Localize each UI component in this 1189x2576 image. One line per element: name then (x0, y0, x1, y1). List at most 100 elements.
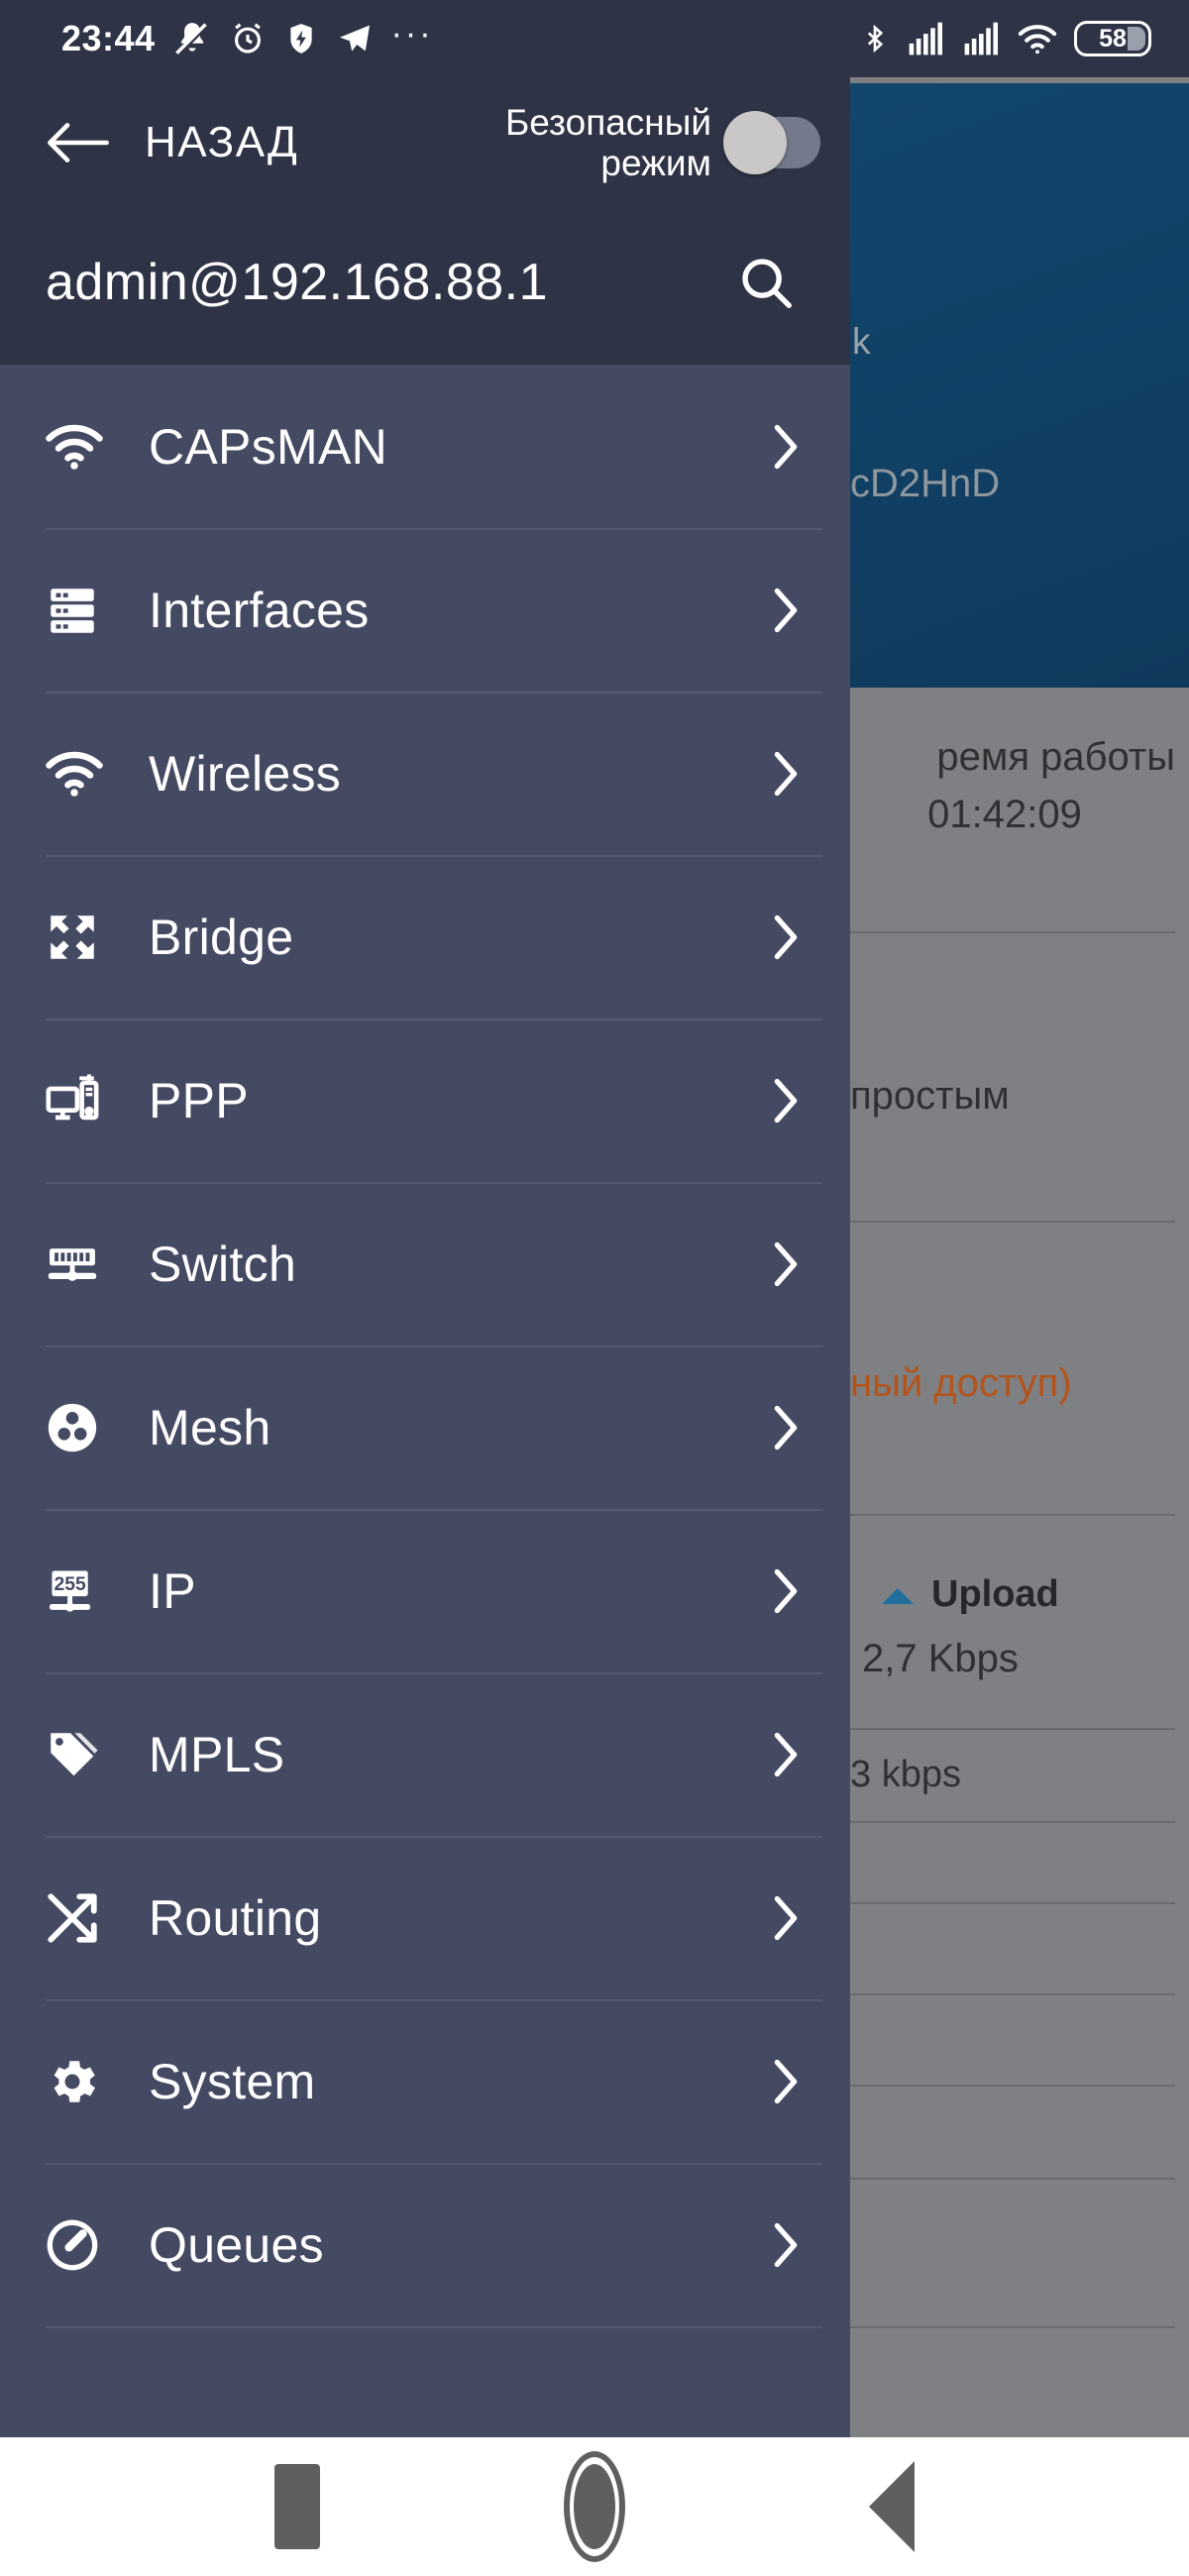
navigation-drawer: НАЗАД Безопасный режим admin@192.168.88.… (0, 0, 850, 2437)
background-divider (848, 1902, 1175, 1904)
host-address-label: admin@192.168.88.1 (46, 254, 549, 311)
gear-icon (44, 2053, 129, 2110)
chevron-right-icon (769, 1892, 803, 1944)
recents-button[interactable] (149, 2464, 446, 2549)
chevron-right-icon (769, 1729, 803, 1780)
background-simple-text: простым (850, 1074, 1010, 1118)
safe-mode-control[interactable]: Безопасный режим (484, 102, 850, 184)
background-divider (848, 1993, 1175, 1995)
switch-ports-icon (44, 1235, 129, 1293)
menu-item-label: Bridge (149, 909, 294, 965)
arrow-left-icon[interactable] (40, 104, 117, 181)
status-bar-left: 23:44 ··· (0, 14, 434, 59)
status-bar: 23:44 ··· 58 (0, 0, 1189, 77)
drawer-host-row: admin@192.168.88.1 (0, 208, 850, 357)
telegram-send-icon (336, 20, 374, 57)
menu-item-label: Routing (149, 1889, 322, 1946)
back-button-label[interactable]: НАЗАД (145, 118, 298, 167)
monitor-tower-icon (44, 1072, 129, 1129)
battery-percent: 58 (1099, 24, 1127, 53)
menu-item-queues[interactable]: Queues (0, 2163, 850, 2326)
menu-item-bridge[interactable]: Bridge (0, 855, 850, 1019)
wifi-icon (44, 749, 129, 799)
safe-mode-label: Безопасный режим (505, 101, 711, 183)
background-divider (848, 2326, 1175, 2328)
menu-item-ppp[interactable]: PPP (0, 1019, 850, 1182)
chevron-right-icon (769, 1238, 803, 1290)
menu-item-label: Queues (149, 2216, 324, 2273)
safe-mode-toggle[interactable] (723, 111, 820, 174)
menu-item-label: System (149, 2053, 316, 2109)
menu-item-label: Mesh (149, 1399, 271, 1455)
triangle-back-icon (869, 2461, 915, 2552)
background-hero-card (850, 83, 1189, 688)
status-bar-right: 58 (860, 20, 1189, 57)
notifications-muted-icon (173, 20, 211, 57)
battery-icon: 58 (1074, 21, 1151, 56)
svg-text:255: 255 (54, 1574, 85, 1595)
back-button[interactable] (743, 2461, 1040, 2552)
chevron-right-icon (769, 1075, 803, 1127)
home-button[interactable] (446, 2451, 743, 2562)
status-clock: 23:44 (61, 18, 156, 58)
background-access-text: ный доступ) (850, 1361, 1072, 1405)
square-recents-icon (274, 2464, 320, 2549)
server-rack-icon (44, 582, 129, 639)
android-navigation-bar (0, 2437, 1189, 2576)
alarm-clock-icon (229, 20, 267, 57)
more-dots-icon: ··· (390, 14, 434, 53)
background-kbps-text: 3 kbps (850, 1754, 961, 1795)
routing-arrows-icon (44, 1889, 129, 1947)
circle-home-icon (564, 2451, 625, 2562)
menu-item-wireless[interactable]: Wireless (0, 692, 850, 855)
menu-item-routing[interactable]: Routing (0, 1836, 850, 1999)
menu-item-mpls[interactable]: MPLS (0, 1672, 850, 1836)
menu-item-capsman[interactable]: CAPsMAN (0, 365, 850, 528)
menu-item-switch[interactable]: Switch (0, 1182, 850, 1345)
menu-item-label: Interfaces (149, 582, 370, 638)
triangle-up-icon (882, 1587, 914, 1604)
speedometer-icon (44, 2216, 129, 2274)
battery-charging-bolt-icon (284, 20, 318, 57)
chevron-right-icon (769, 2056, 803, 2107)
phone-screen: k cD2HnD ремя работы 01:42:09 простым ны… (0, 0, 1189, 2576)
bluetooth-icon (860, 20, 890, 57)
mesh-nodes-icon (44, 1399, 129, 1456)
chevron-right-icon (769, 748, 803, 800)
signal-sim2-icon (961, 21, 1001, 56)
chevron-right-icon (769, 1402, 803, 1453)
background-upload-row: Upload (850, 1573, 1189, 1616)
background-divider (848, 1221, 1175, 1223)
chevron-right-icon (769, 1565, 803, 1617)
drawer-menu-list[interactable]: CAPsMAN Interfaces Wireless Bridge PPP S… (0, 365, 850, 2437)
background-divider (848, 1821, 1175, 1823)
background-divider (848, 1514, 1175, 1516)
menu-item-ip[interactable]: 255 IP (0, 1509, 850, 1672)
bridge-expand-icon (44, 909, 129, 966)
background-divider (848, 931, 1175, 933)
wifi-icon (1017, 21, 1058, 56)
menu-item-label: CAPsMAN (149, 418, 388, 475)
menu-item-label: MPLS (149, 1726, 285, 1782)
menu-item-label: PPP (149, 1072, 249, 1128)
menu-item-system[interactable]: System (0, 1999, 850, 2163)
ip-255-icon: 255 (44, 1562, 129, 1620)
chevron-right-icon (769, 912, 803, 963)
chevron-right-icon (769, 2219, 803, 2271)
menu-item-interfaces[interactable]: Interfaces (0, 528, 850, 692)
tag-label-icon (44, 1726, 129, 1783)
wifi-icon (44, 422, 129, 472)
menu-item-partial[interactable] (0, 2326, 850, 2415)
background-upload-value: 2,7 Kbps (862, 1637, 1019, 1680)
chevron-right-icon (769, 585, 803, 636)
menu-item-label: IP (149, 1562, 196, 1619)
search-icon[interactable] (723, 240, 809, 325)
background-hero-text-2: cD2HnD (850, 462, 1001, 505)
chevron-right-icon (769, 421, 803, 473)
background-uptime-label: ремя работы (936, 735, 1175, 779)
background-divider (848, 2085, 1175, 2087)
background-hero-text-1: k (852, 321, 871, 362)
menu-item-mesh[interactable]: Mesh (0, 1345, 850, 1509)
background-divider (848, 1728, 1175, 1730)
background-upload-label: Upload (931, 1573, 1059, 1615)
